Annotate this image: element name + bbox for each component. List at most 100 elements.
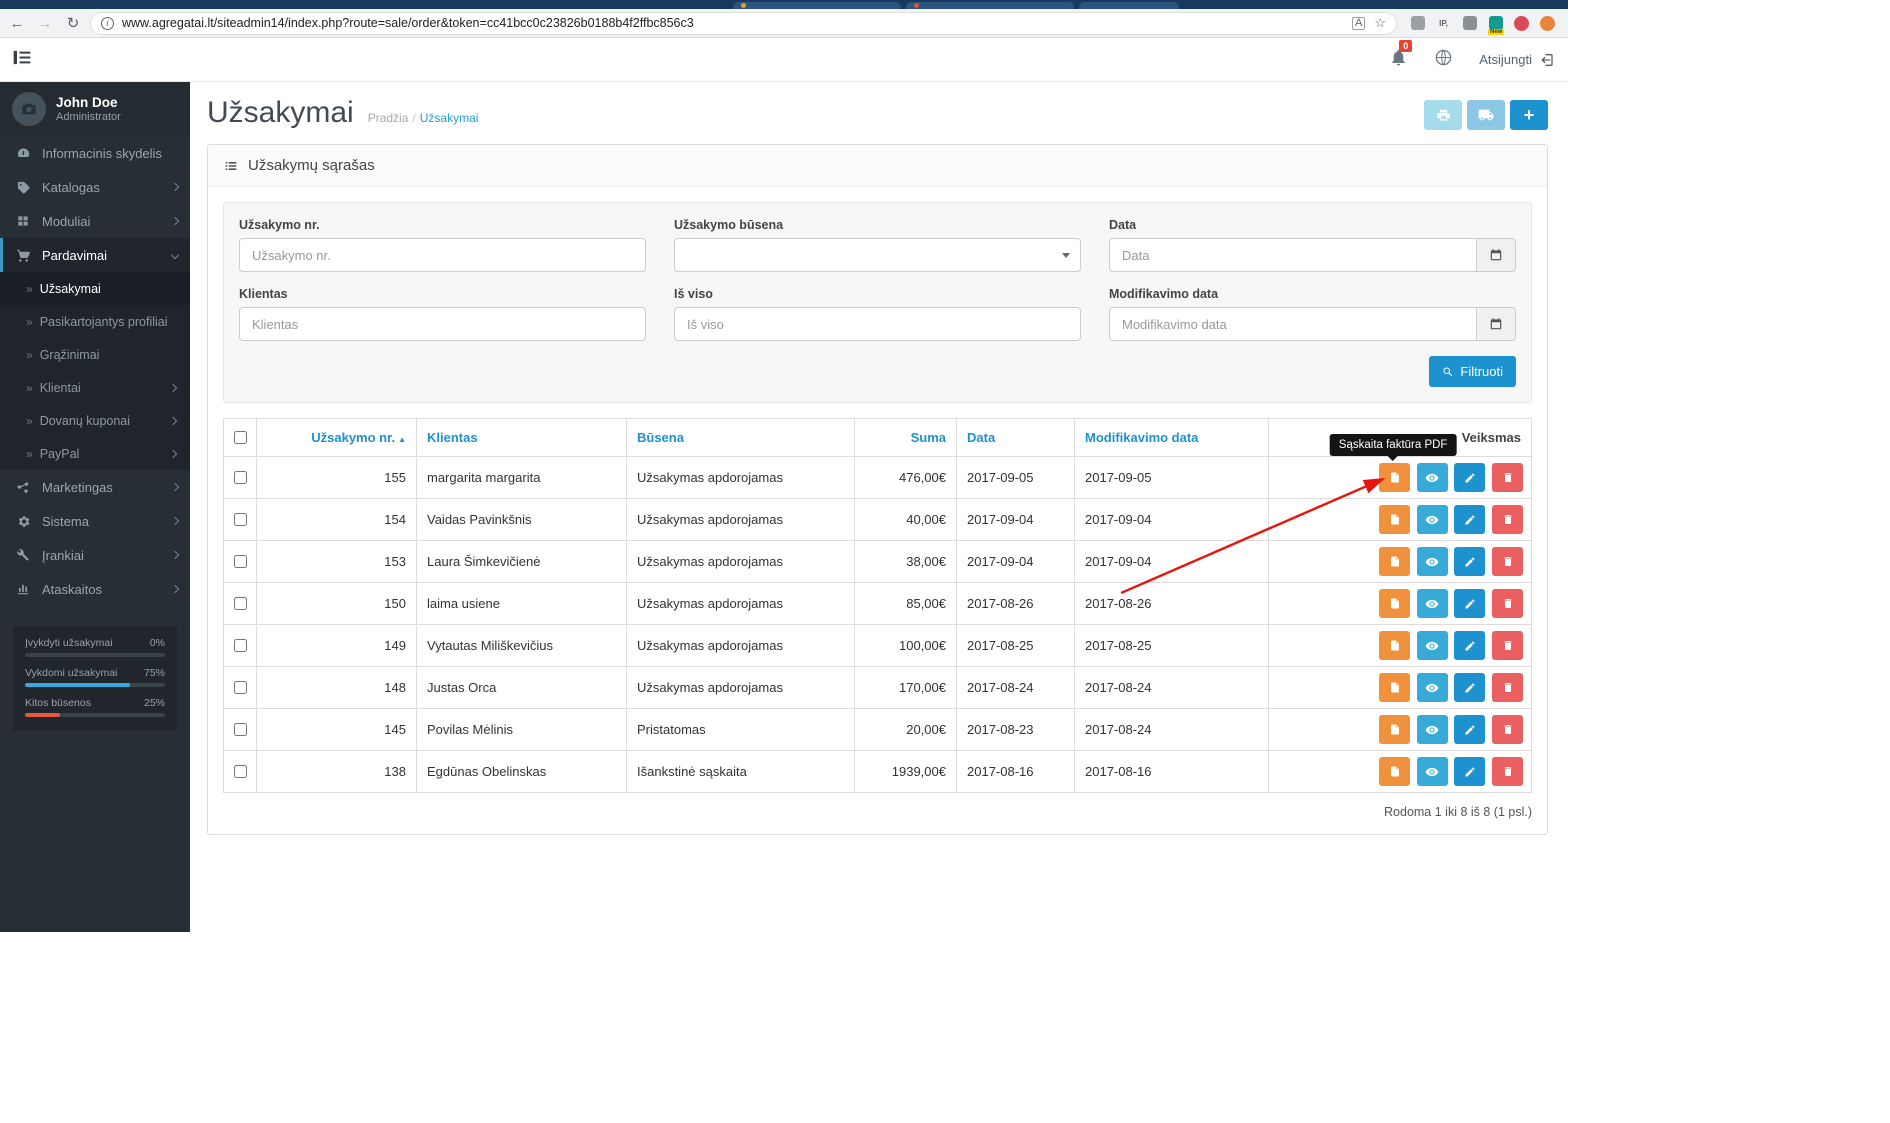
sidebar-item-recurring-profiles[interactable]: » Pasikartojantys profiliai	[0, 305, 190, 338]
date-picker-button[interactable]	[1476, 238, 1516, 272]
sort-customer[interactable]: Klientas	[427, 430, 478, 445]
browser-tab[interactable]	[733, 2, 901, 9]
view-order-button[interactable]	[1416, 631, 1448, 660]
edit-order-button[interactable]	[1454, 463, 1486, 492]
view-order-button[interactable]	[1416, 673, 1448, 702]
filter-customer-input[interactable]	[239, 307, 646, 341]
add-order-button[interactable]: +	[1510, 100, 1548, 130]
url-bar[interactable]: i www.agregatai.lt/siteadmin14/index.php…	[90, 11, 1397, 35]
sidebar-item-tools[interactable]: Įrankiai	[0, 538, 190, 572]
filter-total-input[interactable]	[674, 307, 1081, 341]
sort-total[interactable]: Suma	[911, 430, 946, 445]
sort-date[interactable]: Data	[967, 430, 995, 445]
invoice-pdf-button[interactable]	[1379, 589, 1411, 618]
sidebar-item-marketing[interactable]: Marketingas	[0, 470, 190, 504]
sidebar-item-catalog[interactable]: Katalogas	[0, 170, 190, 204]
sidebar-item-modules[interactable]: Moduliai	[0, 204, 190, 238]
invoice-pdf-button[interactable]	[1379, 757, 1411, 786]
row-checkbox[interactable]	[234, 555, 247, 568]
sidebar-item-reports[interactable]: Ataskaitos	[0, 572, 190, 606]
row-checkbox[interactable]	[234, 681, 247, 694]
date-picker-button[interactable]	[1476, 307, 1516, 341]
sidebar-item-returns[interactable]: » Grąžinimai	[0, 338, 190, 371]
page-info-icon[interactable]: i	[101, 16, 114, 30]
bookmark-star-icon[interactable]: ☆	[1374, 15, 1386, 31]
invoice-pdf-button[interactable]	[1379, 547, 1411, 576]
edit-order-button[interactable]	[1454, 757, 1486, 786]
delete-order-button[interactable]	[1492, 631, 1523, 660]
browser-tab-strip[interactable]	[0, 0, 1568, 9]
date-cell: 2017-08-23	[956, 708, 1075, 751]
filter-order-input[interactable]	[239, 238, 646, 272]
delete-order-button[interactable]	[1492, 505, 1523, 534]
filter-modified-input[interactable]	[1109, 307, 1476, 341]
row-checkbox[interactable]	[234, 597, 247, 610]
view-order-button[interactable]	[1416, 715, 1448, 744]
sidebar-item-dashboard[interactable]: Informacinis skydelis	[0, 136, 190, 170]
back-button[interactable]: ←	[6, 15, 28, 32]
filter-status-select[interactable]	[674, 238, 1081, 272]
invoice-pdf-button[interactable]	[1379, 715, 1411, 744]
notifications-button[interactable]: 0	[1389, 39, 1413, 72]
delete-order-button[interactable]	[1492, 715, 1523, 744]
forward-button[interactable]: →	[34, 15, 56, 32]
delete-order-button[interactable]	[1492, 673, 1523, 702]
breadcrumb-current-link[interactable]: Užsakymai	[420, 111, 479, 125]
invoice-pdf-button[interactable]	[1379, 673, 1411, 702]
edit-order-button[interactable]	[1454, 673, 1486, 702]
ip-extension-icon[interactable]: IP,	[1435, 15, 1452, 32]
view-order-button[interactable]	[1416, 463, 1448, 492]
row-checkbox[interactable]	[234, 639, 247, 652]
row-checkbox[interactable]	[234, 765, 247, 778]
row-checkbox[interactable]	[234, 471, 247, 484]
invoice-pdf-button[interactable]	[1379, 463, 1411, 492]
file-pdf-icon	[1390, 724, 1399, 735]
select-all-checkbox[interactable]	[234, 431, 247, 444]
sidebar-item-sales[interactable]: Pardavimai	[0, 238, 190, 272]
delete-order-button[interactable]	[1492, 589, 1523, 618]
filter-button[interactable]: Filtruoti	[1429, 356, 1516, 387]
edit-order-button[interactable]	[1454, 589, 1486, 618]
row-checkbox[interactable]	[234, 723, 247, 736]
translate-icon[interactable]: A	[1352, 16, 1366, 30]
eyedropper-extension-icon[interactable]	[1409, 15, 1426, 32]
sidebar-item-gift-vouchers[interactable]: » Dovanų kuponai	[0, 404, 190, 437]
sort-order-number[interactable]: Užsakymo nr.	[311, 430, 395, 445]
newsletter-extension-icon[interactable]: New	[1487, 15, 1505, 35]
panel-extension-icon[interactable]	[1461, 15, 1478, 32]
filter-date-input[interactable]	[1109, 238, 1476, 272]
print-shipping-list-button[interactable]	[1467, 100, 1505, 130]
view-order-button[interactable]	[1416, 757, 1448, 786]
edit-order-button[interactable]	[1454, 715, 1486, 744]
sidebar-item-customers[interactable]: » Klientai	[0, 371, 190, 404]
sort-modified[interactable]: Modifikavimo data	[1085, 430, 1198, 445]
logout-button[interactable]: Atsijungti	[1479, 52, 1554, 68]
row-checkbox[interactable]	[234, 513, 247, 526]
edit-order-button[interactable]	[1454, 547, 1486, 576]
edit-order-button[interactable]	[1454, 505, 1486, 534]
view-order-button[interactable]	[1416, 589, 1448, 618]
browser-tab[interactable]	[1079, 2, 1179, 9]
delete-order-button[interactable]	[1492, 757, 1523, 786]
language-button[interactable]	[1434, 48, 1453, 72]
print-invoice-button[interactable]	[1424, 100, 1462, 130]
delete-order-button[interactable]	[1492, 547, 1523, 576]
view-order-button[interactable]	[1416, 505, 1448, 534]
sort-status[interactable]: Būsena	[637, 430, 684, 445]
chevron-right-icon	[170, 516, 180, 526]
breadcrumb-home-link[interactable]: Pradžia	[368, 111, 409, 125]
refresh-button[interactable]: ↻	[62, 14, 84, 32]
sidebar-item-paypal[interactable]: » PayPal	[0, 437, 190, 470]
sidebar-item-orders[interactable]: » Užsakymai	[0, 272, 190, 305]
sidebar-toggle-icon[interactable]	[12, 49, 32, 71]
browser-tab[interactable]	[906, 2, 1074, 9]
invoice-pdf-button[interactable]	[1379, 505, 1411, 534]
view-order-button[interactable]	[1416, 547, 1448, 576]
pocket-extension-icon[interactable]	[1513, 15, 1530, 32]
delete-order-button[interactable]	[1492, 463, 1523, 492]
avatar[interactable]	[12, 92, 46, 126]
edit-order-button[interactable]	[1454, 631, 1486, 660]
rss-extension-icon[interactable]	[1539, 15, 1556, 32]
invoice-pdf-button[interactable]	[1379, 631, 1411, 660]
sidebar-item-system[interactable]: Sistema	[0, 504, 190, 538]
